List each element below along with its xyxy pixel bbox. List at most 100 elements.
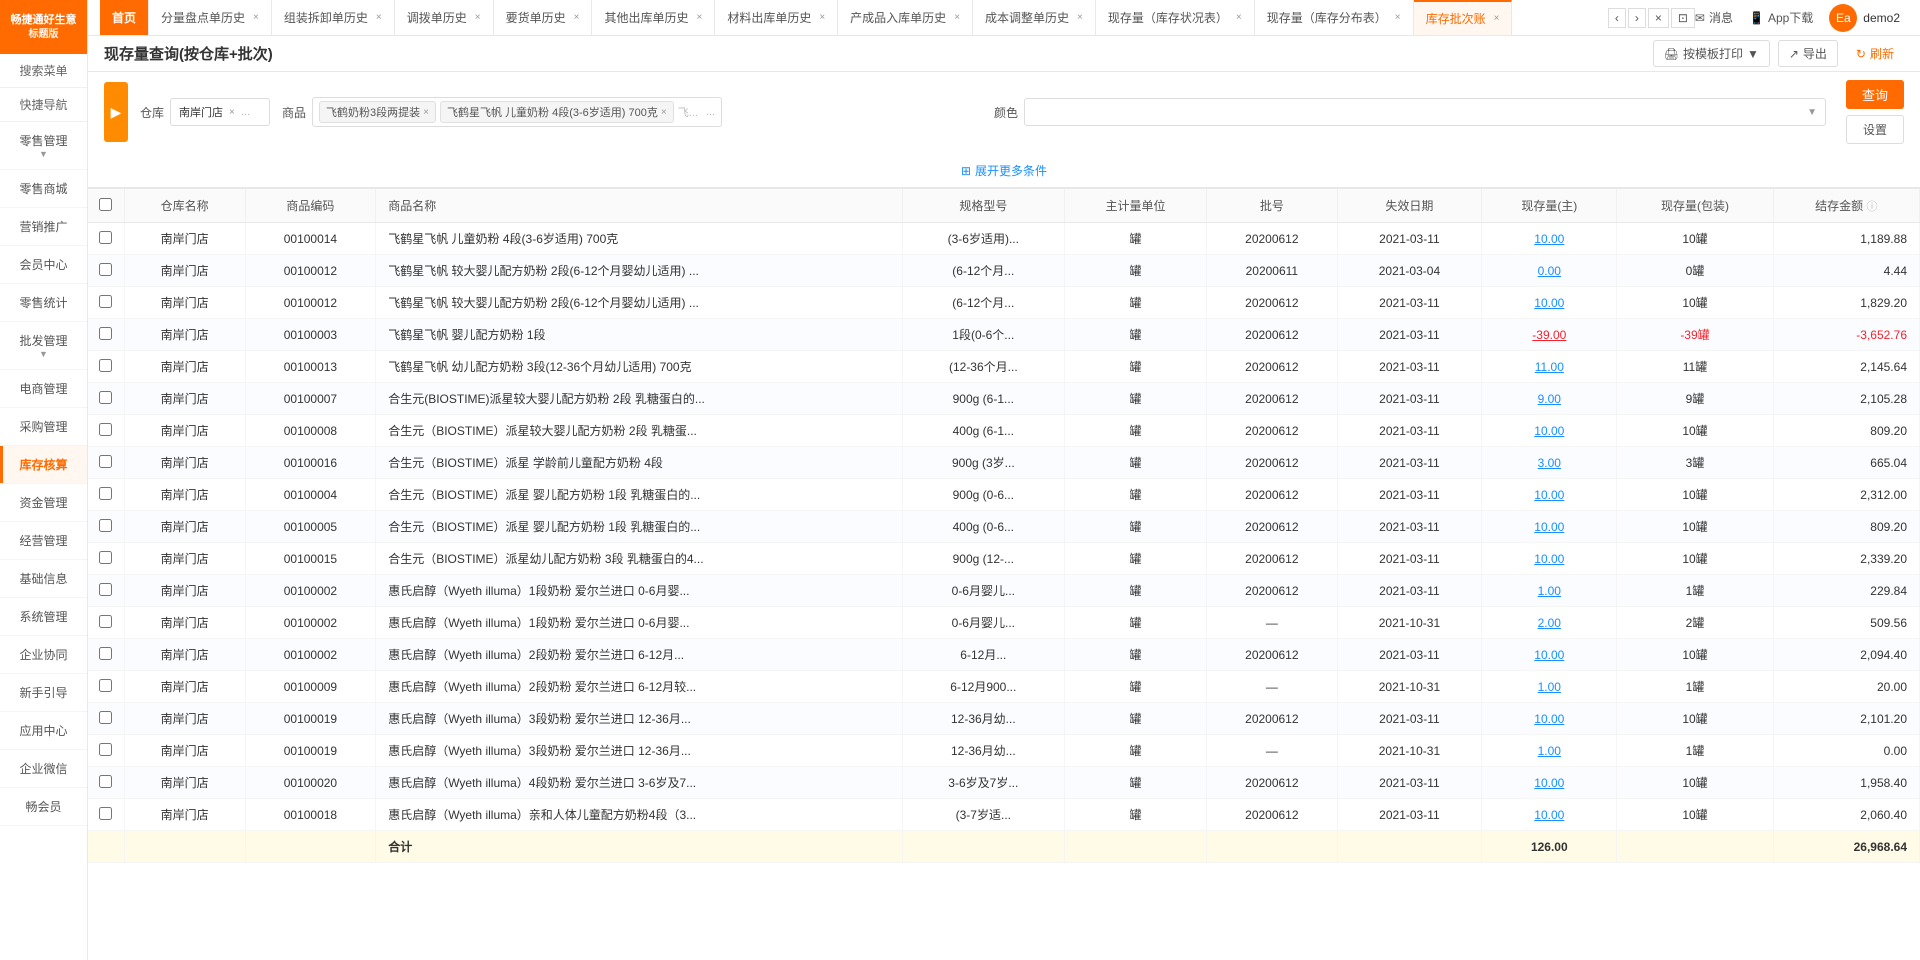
row-qty-main[interactable]: 10.00 [1482,543,1617,575]
tab-stock-status[interactable]: 现存量（库存状况表） × [1096,0,1255,36]
row-qty-main[interactable]: 10.00 [1482,703,1617,735]
row-checkbox[interactable] [99,519,112,532]
row-checkbox-cell[interactable] [88,671,124,703]
row-checkbox[interactable] [99,359,112,372]
tab-stock-dist[interactable]: 现存量（库存分布表） × [1255,0,1414,36]
sidebar-quicknav-section[interactable]: 快捷导航 [0,88,87,122]
row-qty-main[interactable]: 10.00 [1482,223,1617,255]
close-tab-batch-ledger[interactable]: × [1494,13,1500,24]
sidebar-item-retail-stats[interactable]: 零售统计 [0,284,87,322]
close-tab-transfer[interactable]: × [475,12,481,23]
close-tab-disassemble[interactable]: × [376,12,382,23]
sidebar-item-finance[interactable]: 资金管理 [0,484,87,522]
row-checkbox-cell[interactable] [88,511,124,543]
sidebar-item-new-guide[interactable]: 新手引导 [0,674,87,712]
tab-close-current[interactable]: × [1648,8,1669,28]
sidebar-item-marketing[interactable]: 营销推广 [0,208,87,246]
row-qty-main[interactable]: 10.00 [1482,511,1617,543]
row-checkbox-cell[interactable] [88,415,124,447]
product-input[interactable]: 飞鹤奶粉3段两提装 × 飞鹤星飞帆 儿童奶粉 4段(3-6岁适用) 700克 ×… [312,97,722,127]
template-print-button[interactable]: 🖨 按模板打印 ▼ [1653,40,1770,67]
row-qty-main[interactable]: 10.00 [1482,639,1617,671]
row-checkbox[interactable] [99,263,112,276]
tab-batch-ledger[interactable]: 库存批次账 × [1414,0,1513,36]
row-checkbox-cell[interactable] [88,607,124,639]
row-checkbox[interactable] [99,647,112,660]
row-checkbox[interactable] [99,295,112,308]
row-checkbox[interactable] [99,583,112,596]
row-qty-main[interactable]: 1.00 [1482,575,1617,607]
warehouse-input[interactable]: 南岸门店 × ... [170,98,270,126]
tab-scroll-left[interactable]: ‹ [1608,8,1626,28]
row-checkbox[interactable] [99,807,112,820]
sidebar-item-ecommerce[interactable]: 电商管理 [0,370,87,408]
sidebar-item-system[interactable]: 系统管理 [0,598,87,636]
row-checkbox[interactable] [99,391,112,404]
row-qty-main[interactable]: 10.00 [1482,415,1617,447]
sidebar-item-enterprise-wechat[interactable]: 企业微信 [0,750,87,788]
close-tab-stock-status[interactable]: × [1236,12,1242,23]
row-checkbox-cell[interactable] [88,383,124,415]
row-checkbox-cell[interactable] [88,543,124,575]
export-button[interactable]: ↗ 导出 [1778,40,1838,67]
sidebar-search-section[interactable]: 搜索菜单 [0,54,87,88]
close-tab-other-out[interactable]: × [696,12,702,23]
close-tab-inventory-split[interactable]: × [253,12,259,23]
row-checkbox[interactable] [99,231,112,244]
row-checkbox[interactable] [99,679,112,692]
remove-product-tag-1[interactable]: × [423,107,429,118]
sidebar-item-wholesale[interactable]: 批发管理 ▼ [0,322,87,370]
select-all-checkbox[interactable] [99,198,112,211]
close-tab-material-out[interactable]: × [819,12,825,23]
tab-cost-adjust[interactable]: 成本调整单历史 × [973,0,1096,36]
sidebar-item-basic[interactable]: 基础信息 [0,560,87,598]
close-tab-stock-dist[interactable]: × [1395,12,1401,23]
row-qty-main[interactable]: 10.00 [1482,287,1617,319]
tab-more[interactable]: ⊡ [1671,8,1695,28]
settings-button[interactable]: 设置 [1846,115,1904,144]
refresh-button[interactable]: ↻ 刷新 [1846,41,1904,66]
sidebar-item-retail[interactable]: 零售管理 ▼ [0,122,87,170]
row-checkbox-cell[interactable] [88,575,124,607]
tab-material-out[interactable]: 材料出库单历史 × [715,0,838,36]
row-qty-main[interactable]: 3.00 [1482,447,1617,479]
row-checkbox-cell[interactable] [88,703,124,735]
row-checkbox[interactable] [99,423,112,436]
row-qty-main[interactable]: 10.00 [1482,799,1617,831]
sidebar-item-inventory[interactable]: 库存核算 [0,446,87,484]
sidebar-item-vip-member[interactable]: 畅会员 [0,788,87,826]
expand-more-conditions[interactable]: ⊞ 展开更多条件 [961,162,1047,179]
app-download-button[interactable]: 📱 App下载 [1749,9,1813,26]
row-checkbox-cell[interactable] [88,479,124,511]
sidebar-item-app-center[interactable]: 应用中心 [0,712,87,750]
tab-product-in[interactable]: 产成品入库单历史 × [838,0,973,36]
row-checkbox-cell[interactable] [88,767,124,799]
close-tab-requisition[interactable]: × [574,12,580,23]
sidebar-item-purchase[interactable]: 采购管理 [0,408,87,446]
color-input[interactable]: ▼ [1024,98,1826,126]
sidebar-item-enterprise[interactable]: 企业协同 [0,636,87,674]
tab-other-out[interactable]: 其他出库单历史 × [592,0,715,36]
row-qty-main[interactable]: -39.00 [1482,319,1617,351]
row-checkbox[interactable] [99,743,112,756]
row-checkbox-cell[interactable] [88,735,124,767]
row-qty-main[interactable]: 11.00 [1482,351,1617,383]
messages-button[interactable]: ✉ 消息 [1695,9,1733,26]
row-checkbox-cell[interactable] [88,447,124,479]
tab-scroll-right[interactable]: › [1628,8,1646,28]
tab-inventory-split[interactable]: 分量盘点单历史 × [149,0,272,36]
row-qty-main[interactable]: 1.00 [1482,735,1617,767]
close-tab-cost-adjust[interactable]: × [1077,12,1083,23]
row-qty-main[interactable]: 10.00 [1482,479,1617,511]
query-button[interactable]: 查询 [1846,80,1904,109]
warehouse-close-icon[interactable]: × [229,107,235,118]
row-checkbox-cell[interactable] [88,351,124,383]
tab-disassemble[interactable]: 组装拆卸单历史 × [272,0,395,36]
row-checkbox-cell[interactable] [88,223,124,255]
row-checkbox-cell[interactable] [88,639,124,671]
user-menu[interactable]: Ea demo2 [1829,4,1900,32]
row-qty-main[interactable]: 10.00 [1482,767,1617,799]
row-checkbox[interactable] [99,775,112,788]
tab-home[interactable]: 首页 [100,0,149,36]
amount-info-icon[interactable]: ⓘ [1866,201,1877,213]
